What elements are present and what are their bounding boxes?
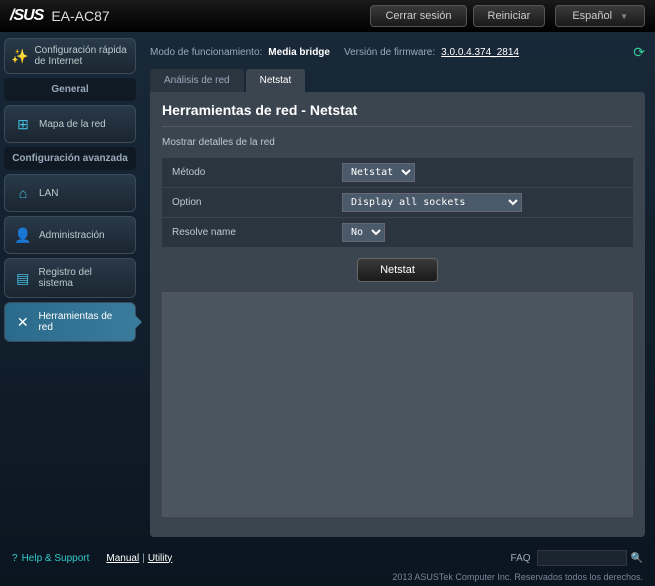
network-icon: ⊞ [13, 114, 33, 134]
language-select[interactable]: Español [555, 5, 645, 27]
panel-subtitle: Mostrar detalles de la red [162, 127, 633, 158]
header-bar: /SUS EA-AC87 Cerrar sesión Reiniciar Esp… [0, 0, 655, 32]
tab-netstat[interactable]: Netstat [246, 69, 306, 92]
netstat-button[interactable]: Netstat [357, 258, 438, 282]
reboot-button[interactable]: Reiniciar [473, 5, 546, 27]
sidebar-item-lan[interactable]: ⌂ LAN [4, 174, 136, 212]
row-resolve: Resolve name No [162, 218, 633, 248]
tools-icon: ✕ [13, 312, 32, 332]
resolve-select[interactable]: No [342, 223, 385, 242]
main-content: Modo de funcionamiento: Media bridge Ver… [140, 32, 655, 542]
sidebar-label: Administración [39, 230, 105, 241]
form-table: Método Netstat Option Display all socket… [162, 158, 633, 248]
resolve-label: Resolve name [162, 218, 332, 248]
logout-button[interactable]: Cerrar sesión [370, 5, 466, 27]
option-select[interactable]: Display all sockets [342, 193, 522, 212]
sidebar-label: Herramientas de red [38, 311, 127, 333]
option-label: Option [162, 188, 332, 218]
faq-label: FAQ [511, 553, 531, 564]
row-method: Método Netstat [162, 158, 633, 188]
copyright: 2013 ASUSTek Computer Inc. Reservados to… [12, 568, 643, 582]
operation-mode-value: Media bridge [268, 47, 330, 58]
info-bar: Modo de funcionamiento: Media bridge Ver… [150, 40, 645, 69]
sidebar-section-general: General [4, 78, 136, 101]
model-name: EA-AC87 [51, 8, 109, 24]
help-support-link[interactable]: ? Help & Support [12, 553, 89, 564]
firmware-link[interactable]: 3.0.0.4.374_2814 [441, 47, 519, 58]
user-icon: 👤 [13, 225, 33, 245]
panel-title: Herramientas de red - Netstat [162, 102, 633, 127]
sidebar-item-nettools[interactable]: ✕ Herramientas de red [4, 302, 136, 342]
panel: Herramientas de red - Netstat Mostrar de… [150, 92, 645, 537]
row-option: Option Display all sockets [162, 188, 633, 218]
sidebar-item-network-map[interactable]: ⊞ Mapa de la red [4, 105, 136, 143]
log-icon: ▤ [13, 268, 33, 288]
output-area [162, 292, 633, 517]
faq-search-input[interactable] [537, 550, 627, 566]
brand-logo: /SUS [10, 7, 43, 25]
sidebar-item-quick-setup[interactable]: ✨ Configuración rápida de Internet [4, 38, 136, 74]
method-label: Método [162, 158, 332, 188]
method-select[interactable]: Netstat [342, 163, 415, 182]
tab-network-analysis[interactable]: Análisis de red [150, 69, 244, 92]
sidebar-label: Configuración rápida de Internet [34, 45, 129, 67]
wand-icon: ✨ [11, 46, 28, 66]
sidebar-label: LAN [39, 188, 58, 199]
sidebar-item-admin[interactable]: 👤 Administración [4, 216, 136, 254]
sidebar-label: Registro del sistema [39, 267, 127, 289]
sidebar-item-syslog[interactable]: ▤ Registro del sistema [4, 258, 136, 298]
search-icon[interactable]: 🔍 [631, 553, 643, 564]
sidebar-label: Mapa de la red [39, 119, 106, 130]
help-icon: ? [12, 553, 18, 564]
refresh-icon[interactable]: ⟳ [633, 44, 645, 61]
tab-bar: Análisis de red Netstat [150, 69, 645, 92]
utility-link[interactable]: Utility [148, 553, 172, 564]
manual-link[interactable]: Manual [106, 553, 139, 564]
home-icon: ⌂ [13, 183, 33, 203]
footer: ? Help & Support Manual | Utility FAQ 🔍 … [0, 544, 655, 586]
sidebar: ✨ Configuración rápida de Internet Gener… [0, 32, 140, 542]
sidebar-section-advanced: Configuración avanzada [4, 147, 136, 170]
